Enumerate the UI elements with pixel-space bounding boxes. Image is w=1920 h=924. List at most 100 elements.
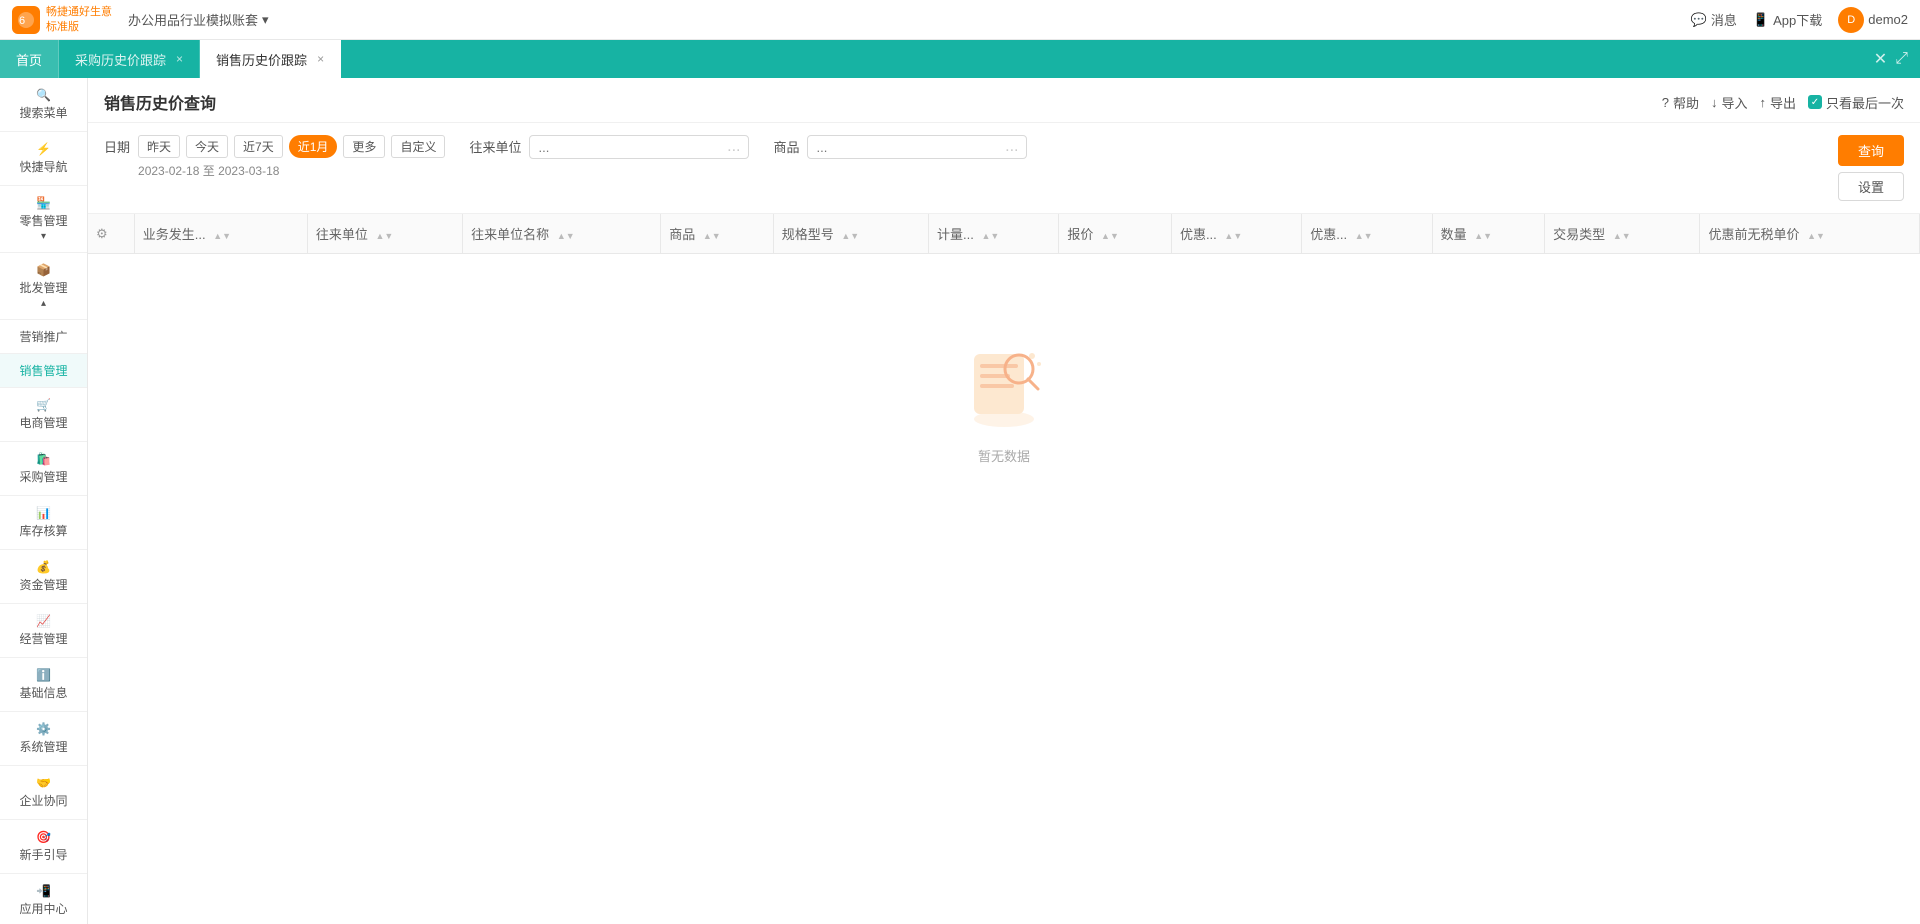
date-btn-yesterday[interactable]: 昨天 bbox=[138, 135, 180, 158]
sidebar: 🔍 搜索菜单 ⚡ 快捷导航 🏪 零售管理 ▾ 📦 批发管理 ▴ 营销推广 销售管… bbox=[0, 78, 88, 924]
help-btn[interactable]: ? 帮助 bbox=[1662, 93, 1699, 112]
message-btn[interactable]: 💬 消息 bbox=[1691, 10, 1737, 29]
th-discount-amt[interactable]: 优惠... ▲▼ bbox=[1302, 214, 1432, 254]
product-input[interactable] bbox=[816, 140, 1005, 155]
sort-icon-biz-date[interactable]: ▲▼ bbox=[213, 232, 231, 241]
sort-icon-unit[interactable]: ▲▼ bbox=[982, 232, 1000, 241]
export-btn[interactable]: ↑ 导出 bbox=[1759, 93, 1796, 112]
sort-icon-spec[interactable]: ▲▼ bbox=[841, 232, 859, 241]
sidebar-item-ecommerce[interactable]: 🛒 电商管理 bbox=[0, 388, 87, 442]
sidebar-item-purchase[interactable]: 🛍️ 采购管理 bbox=[0, 442, 87, 496]
data-table: ⚙ 业务发生... ▲▼ 往来单位 ▲▼ bbox=[88, 214, 1920, 254]
page-header: 销售历史价查询 ? 帮助 ↓ 导入 ↑ 导出 bbox=[88, 78, 1920, 123]
sort-icon-pretax-price[interactable]: ▲▼ bbox=[1807, 232, 1825, 241]
wholesale-icon: 📦 bbox=[36, 263, 51, 277]
sidebar-item-finance[interactable]: 💰 资金管理 bbox=[0, 550, 87, 604]
sidebar-item-search[interactable]: 🔍 搜索菜单 bbox=[0, 78, 87, 132]
partner-input[interactable] bbox=[538, 140, 727, 155]
sidebar-item-wholesale[interactable]: 📦 批发管理 ▴ bbox=[0, 253, 87, 320]
finance-icon: 💰 bbox=[36, 560, 51, 574]
th-qty[interactable]: 数量 ▲▼ bbox=[1432, 214, 1545, 254]
partner-filter-group: 往来单位 ... bbox=[469, 135, 749, 159]
th-biz-date[interactable]: 业务发生... ▲▼ bbox=[134, 214, 307, 254]
date-range-display: 2023-02-18 至 2023-03-18 bbox=[138, 162, 445, 179]
settings-button[interactable]: 设置 bbox=[1838, 172, 1904, 201]
th-product[interactable]: 商品 ▲▼ bbox=[661, 214, 774, 254]
th-partner-code[interactable]: 往来单位 ▲▼ bbox=[307, 214, 462, 254]
last-only-checkbox[interactable] bbox=[1808, 95, 1822, 109]
product-input-dots[interactable]: ... bbox=[1005, 138, 1018, 156]
sidebar-item-enterprise[interactable]: 🤝 企业协同 bbox=[0, 766, 87, 820]
th-partner-name[interactable]: 往来单位名称 ▲▼ bbox=[463, 214, 661, 254]
sidebar-item-quick-nav[interactable]: ⚡ 快捷导航 bbox=[0, 132, 87, 186]
page-inner: 销售历史价查询 ? 帮助 ↓ 导入 ↑ 导出 bbox=[88, 78, 1920, 924]
page-title: 销售历史价查询 bbox=[104, 90, 216, 114]
app-download-btn[interactable]: 📱 App下载 bbox=[1753, 10, 1822, 29]
tab-sales-history[interactable]: 销售历史价跟踪 × bbox=[200, 40, 341, 78]
sidebar-item-operation[interactable]: 📈 经营管理 bbox=[0, 604, 87, 658]
inventory-icon: 📊 bbox=[36, 506, 51, 520]
th-pretax-price[interactable]: 优惠前无税单价 ▲▼ bbox=[1700, 214, 1920, 254]
wholesale-expand-icon: ▴ bbox=[41, 298, 46, 309]
empty-state: 暂无数据 bbox=[88, 254, 1920, 545]
tab-purchase-close[interactable]: × bbox=[176, 52, 183, 66]
partner-input-dots[interactable]: ... bbox=[727, 138, 740, 156]
page-container: 销售历史价查询 ? 帮助 ↓ 导入 ↑ 导出 bbox=[88, 78, 1920, 924]
date-label: 日期 bbox=[104, 135, 130, 156]
sort-icon-price[interactable]: ▲▼ bbox=[1101, 232, 1119, 241]
th-settings: ⚙ bbox=[88, 214, 134, 254]
tab-home-label: 首页 bbox=[16, 50, 42, 69]
message-icon: 💬 bbox=[1691, 12, 1707, 28]
last-only-label[interactable]: 只看最后一次 bbox=[1808, 93, 1904, 112]
logo-text: 畅捷通好生意 标准版 bbox=[46, 5, 112, 34]
sidebar-item-app-center[interactable]: 📲 应用中心 bbox=[0, 874, 87, 924]
th-trade-type[interactable]: 交易类型 ▲▼ bbox=[1545, 214, 1700, 254]
maximize-btn[interactable]: ⤢ bbox=[1895, 50, 1908, 68]
topbar-right: 💬 消息 📱 App下载 D demo2 bbox=[1691, 7, 1908, 33]
tab-home[interactable]: 首页 bbox=[0, 40, 59, 78]
ecommerce-icon: 🛒 bbox=[36, 398, 51, 412]
date-btn-more[interactable]: 更多 bbox=[343, 135, 385, 158]
tab-sales-close[interactable]: × bbox=[317, 52, 324, 66]
tab-purchase-history[interactable]: 采购历史价跟踪 × bbox=[59, 40, 200, 78]
date-btn-custom[interactable]: 自定义 bbox=[391, 135, 445, 158]
sort-icon-qty[interactable]: ▲▼ bbox=[1474, 232, 1492, 241]
sidebar-item-inventory[interactable]: 📊 库存核算 bbox=[0, 496, 87, 550]
purchase-icon: 🛍️ bbox=[36, 452, 51, 466]
sidebar-item-marketing[interactable]: 营销推广 bbox=[0, 320, 87, 354]
close-all-btn[interactable]: ✕ bbox=[1874, 49, 1887, 69]
import-btn[interactable]: ↓ 导入 bbox=[1711, 93, 1748, 112]
sort-icon-trade-type[interactable]: ▲▼ bbox=[1613, 232, 1631, 241]
app-selector[interactable]: 办公用品行业模拟账套 ▾ bbox=[120, 6, 277, 33]
sidebar-item-system[interactable]: ⚙️ 系统管理 bbox=[0, 712, 87, 766]
sidebar-item-sales-mgmt[interactable]: 销售管理 bbox=[0, 354, 87, 388]
main-layout: 🔍 搜索菜单 ⚡ 快捷导航 🏪 零售管理 ▾ 📦 批发管理 ▴ 营销推广 销售管… bbox=[0, 78, 1920, 924]
date-buttons-row: 昨天 今天 近7天 近1月 更多 自定义 bbox=[138, 135, 445, 158]
date-btn-today[interactable]: 今天 bbox=[186, 135, 228, 158]
table-header: ⚙ 业务发生... ▲▼ 往来单位 ▲▼ bbox=[88, 214, 1920, 254]
th-price[interactable]: 报价 ▲▼ bbox=[1059, 214, 1172, 254]
table-container: ⚙ 业务发生... ▲▼ 往来单位 ▲▼ bbox=[88, 214, 1920, 545]
sort-icon-product[interactable]: ▲▼ bbox=[703, 232, 721, 241]
th-spec[interactable]: 规格型号 ▲▼ bbox=[773, 214, 928, 254]
product-label: 商品 bbox=[773, 135, 799, 156]
query-button[interactable]: 查询 bbox=[1838, 135, 1904, 166]
sort-icon-discount-amt[interactable]: ▲▼ bbox=[1355, 232, 1373, 241]
sort-icon-discount-rate[interactable]: ▲▼ bbox=[1224, 232, 1242, 241]
date-btn-1month[interactable]: 近1月 bbox=[289, 135, 338, 158]
sidebar-item-guide[interactable]: 🎯 新手引导 bbox=[0, 820, 87, 874]
sidebar-item-basic-info[interactable]: ℹ️ 基础信息 bbox=[0, 658, 87, 712]
retail-expand-icon: ▾ bbox=[41, 231, 46, 242]
import-icon: ↓ bbox=[1711, 95, 1718, 110]
th-unit[interactable]: 计量... ▲▼ bbox=[929, 214, 1059, 254]
date-btn-7days[interactable]: 近7天 bbox=[234, 135, 283, 158]
sort-icon-partner-code[interactable]: ▲▼ bbox=[376, 232, 394, 241]
product-filter-group: 商品 ... bbox=[773, 135, 1027, 159]
th-discount-rate[interactable]: 优惠... ▲▼ bbox=[1171, 214, 1301, 254]
sidebar-item-retail[interactable]: 🏪 零售管理 ▾ bbox=[0, 186, 87, 253]
topbar-left: 6 畅捷通好生意 标准版 办公用品行业模拟账套 ▾ bbox=[12, 5, 277, 34]
gear-icon[interactable]: ⚙ bbox=[96, 226, 108, 241]
user-avatar[interactable]: D demo2 bbox=[1838, 7, 1908, 33]
logo-area: 6 畅捷通好生意 标准版 bbox=[12, 5, 112, 34]
sort-icon-partner-name[interactable]: ▲▼ bbox=[557, 232, 575, 241]
